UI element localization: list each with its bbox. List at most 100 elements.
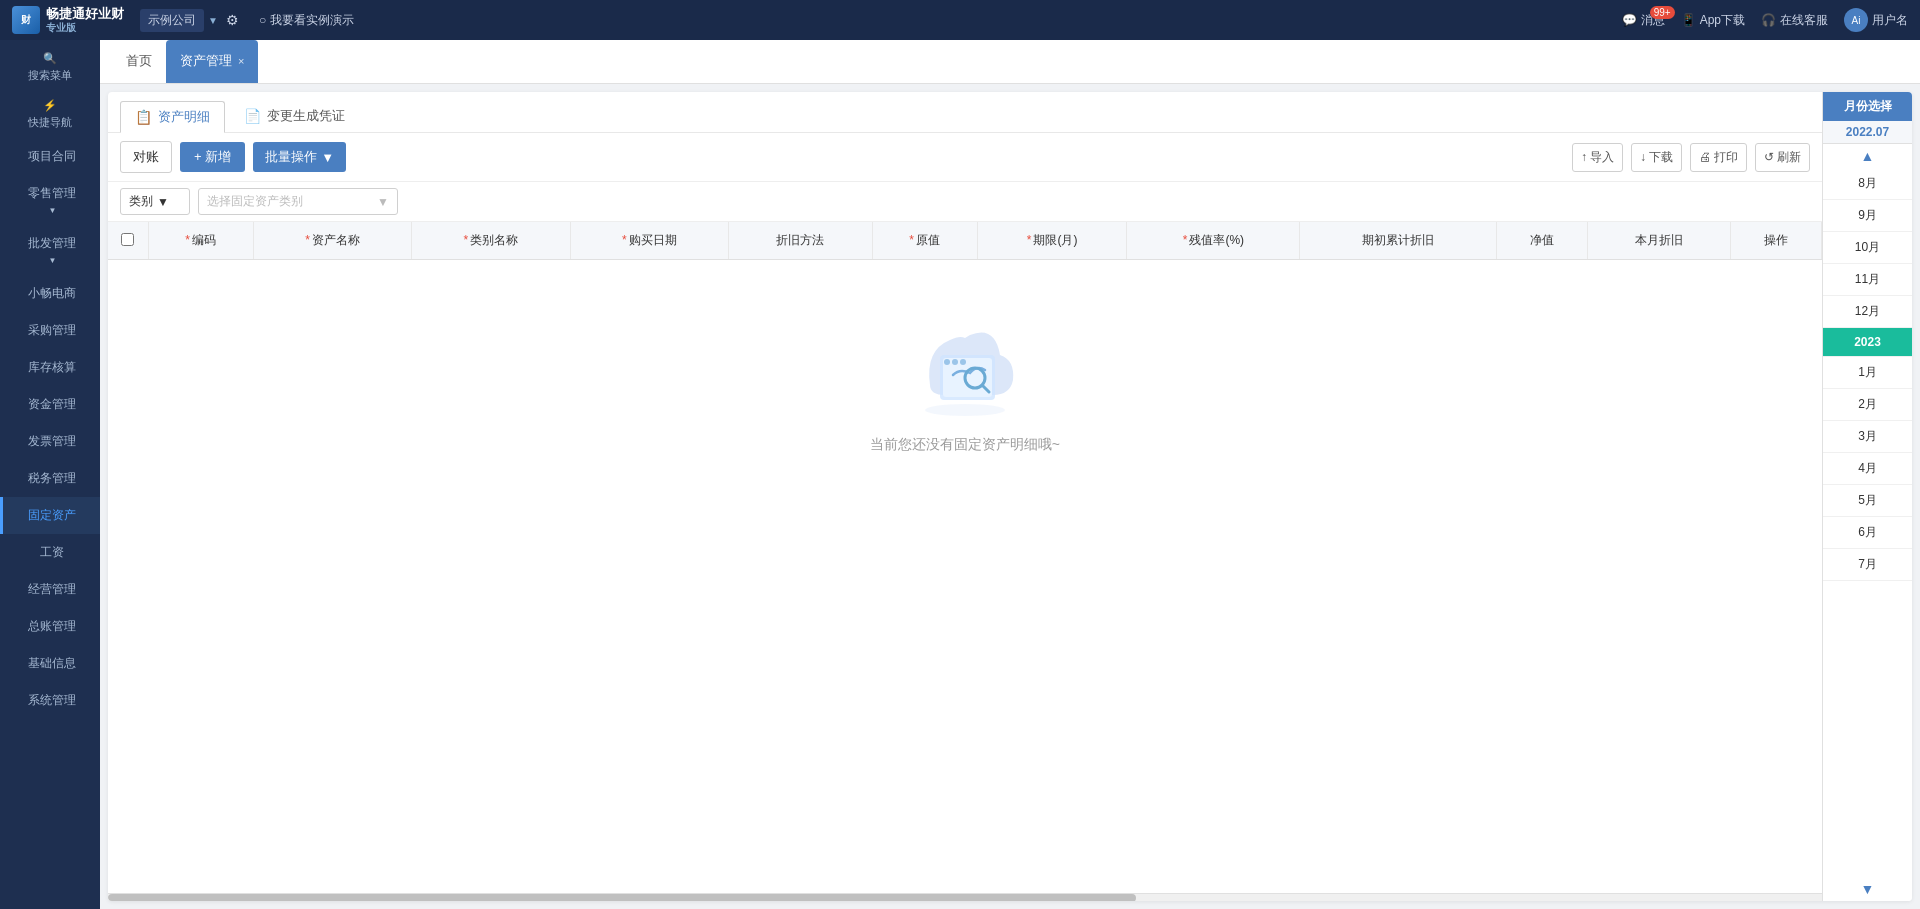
asset-table: *编码 *资产名称 *类别名称 *购买日期 折旧方法 *原值 *期限(月) *残…	[108, 222, 1822, 514]
user-profile[interactable]: Ai 用户名	[1844, 8, 1908, 32]
add-label: + 新增	[194, 148, 231, 166]
sidebar-item-operations[interactable]: 经营管理	[0, 571, 100, 608]
month-item-7[interactable]: 7月	[1823, 549, 1912, 581]
app-download-button[interactable]: 📱 App下载	[1681, 12, 1745, 29]
sidebar-item-retail[interactable]: 零售管理 ▼	[0, 175, 100, 225]
demo-icon: ○	[259, 13, 266, 27]
sidebar-item-invoice[interactable]: 发票管理	[0, 423, 100, 460]
list-icon: 📋	[135, 109, 152, 125]
doc-icon: 📄	[244, 108, 261, 124]
month-item-4[interactable]: 4月	[1823, 453, 1912, 485]
month-item-12[interactable]: 12月	[1823, 296, 1912, 328]
avatar: Ai	[1844, 8, 1868, 32]
sidebar-item-label: 工资	[40, 544, 64, 561]
service-button[interactable]: 🎧 在线客服	[1761, 12, 1828, 29]
sidebar-search-button[interactable]: 🔍 搜索菜单	[0, 44, 100, 91]
sidebar-item-label: 系统管理	[28, 692, 76, 709]
month-item-3[interactable]: 3月	[1823, 421, 1912, 453]
match-button[interactable]: 对账	[120, 141, 172, 173]
month-item-5[interactable]: 5月	[1823, 485, 1912, 517]
demo-link[interactable]: ○ 我要看实例演示	[259, 12, 354, 29]
month-item-11[interactable]: 11月	[1823, 264, 1912, 296]
sidebar-item-inventory[interactable]: 库存核算	[0, 349, 100, 386]
add-button[interactable]: + 新增	[180, 142, 245, 172]
month-item-10[interactable]: 10月	[1823, 232, 1912, 264]
print-label: 打印	[1714, 149, 1738, 166]
batch-chevron-icon: ▼	[321, 150, 334, 165]
sidebar-item-tax[interactable]: 税务管理	[0, 460, 100, 497]
month-item-6[interactable]: 6月	[1823, 517, 1912, 549]
sidebar-item-purchase[interactable]: 采购管理	[0, 312, 100, 349]
month-item-9[interactable]: 9月	[1823, 200, 1912, 232]
month-list: 8月 9月 10月 11月 12月 2023 1月 2月 3月 4月 5月 6月…	[1823, 168, 1912, 877]
batch-button[interactable]: 批量操作 ▼	[253, 142, 346, 172]
sidebar-item-label: 基础信息	[28, 655, 76, 672]
sidebar-item-basic-info[interactable]: 基础信息	[0, 645, 100, 682]
sidebar-item-label: 资金管理	[28, 396, 76, 413]
page-content: 📋 资产明细 📄 变更生成凭证 对账 + 新增	[108, 92, 1912, 901]
tab-close-icon[interactable]: ×	[238, 55, 244, 67]
refresh-button[interactable]: ↺ 刷新	[1755, 143, 1810, 172]
tab-asset-management[interactable]: 资产管理 ×	[166, 40, 258, 83]
month-panel-title: 月份选择	[1823, 92, 1912, 121]
sidebar-item-system[interactable]: 系统管理	[0, 682, 100, 719]
import-icon: ↑	[1581, 150, 1587, 164]
tab-change-voucher[interactable]: 📄 变更生成凭证	[229, 100, 360, 132]
tab-bar: 首页 资产管理 ×	[100, 40, 1920, 84]
sidebar-item-label: 批发管理	[28, 235, 76, 252]
sidebar-item-wholesale[interactable]: 批发管理 ▼	[0, 225, 100, 275]
svg-point-5	[944, 359, 950, 365]
col-accumulated-depreciation: 期初累计折旧	[1300, 222, 1497, 260]
app-icon: 📱	[1681, 13, 1696, 27]
import-button[interactable]: ↑ 导入	[1572, 143, 1623, 172]
col-original-value: *原值	[872, 222, 977, 260]
sidebar-item-label: 总账管理	[28, 618, 76, 635]
month-nav-down[interactable]: ▼	[1823, 877, 1912, 901]
month-nav-up[interactable]: ▲	[1823, 144, 1912, 168]
quick-nav-button[interactable]: ⚡ 快捷导航	[0, 91, 100, 138]
month-item-2[interactable]: 2月	[1823, 389, 1912, 421]
message-button[interactable]: 💬 消息 99+	[1622, 12, 1665, 29]
empty-message: 当前您还没有固定资产明细哦~	[870, 436, 1060, 454]
print-icon: 🖨	[1699, 150, 1711, 164]
content-area: 首页 资产管理 × 📋 资产明细 📄 变更生成凭证	[100, 40, 1920, 909]
tab-active-label: 资产管理	[180, 52, 232, 70]
category-input[interactable]: 选择固定资产类别 ▼	[198, 188, 398, 215]
category-filter[interactable]: 类别 ▼	[120, 188, 190, 215]
checkbox-header	[108, 222, 148, 260]
tab-home[interactable]: 首页	[112, 40, 166, 83]
month-item-8[interactable]: 8月	[1823, 168, 1912, 200]
nav-icon: ⚡	[43, 99, 57, 112]
empty-illustration	[905, 320, 1025, 420]
sidebar-item-project[interactable]: 项目合同	[0, 138, 100, 175]
download-button[interactable]: ↓ 下载	[1631, 143, 1682, 172]
company-name: 示例公司	[140, 9, 204, 32]
chevron-down-icon[interactable]: ▼	[208, 15, 218, 26]
scrollbar-thumb[interactable]	[108, 894, 1136, 901]
sub-tab-bar: 📋 资产明细 📄 变更生成凭证	[108, 92, 1822, 133]
app-label: App下载	[1700, 12, 1745, 29]
refresh-icon: ↺	[1764, 150, 1774, 164]
download-label: 下载	[1649, 149, 1673, 166]
sidebar-item-salary[interactable]: 工资	[0, 534, 100, 571]
company-selector[interactable]: 示例公司 ▼	[140, 9, 218, 32]
select-all-checkbox[interactable]	[121, 233, 134, 246]
message-icon: 💬	[1622, 13, 1637, 27]
col-period: *期限(月)	[977, 222, 1127, 260]
col-name: *资产名称	[253, 222, 411, 260]
month-panel: 月份选择 2022.07 ▲ 8月 9月 10月 11月 12月 2023 1月…	[1822, 92, 1912, 901]
sidebar-item-funds[interactable]: 资金管理	[0, 386, 100, 423]
sidebar-item-ecommerce[interactable]: 小畅电商	[0, 275, 100, 312]
svg-point-6	[952, 359, 958, 365]
print-button[interactable]: 🖨 打印	[1690, 143, 1747, 172]
sidebar-item-fixed-assets[interactable]: 固定资产	[0, 497, 100, 534]
settings-icon[interactable]: ⚙	[226, 12, 239, 28]
horizontal-scrollbar[interactable]	[108, 893, 1822, 901]
refresh-label: 刷新	[1777, 149, 1801, 166]
col-residual-rate: *残值率(%)	[1127, 222, 1300, 260]
tab-asset-detail[interactable]: 📋 资产明细	[120, 101, 225, 133]
svg-point-0	[925, 404, 1005, 416]
tab-change-voucher-label: 变更生成凭证	[267, 107, 345, 125]
sidebar-item-ledger[interactable]: 总账管理	[0, 608, 100, 645]
month-item-1[interactable]: 1月	[1823, 357, 1912, 389]
